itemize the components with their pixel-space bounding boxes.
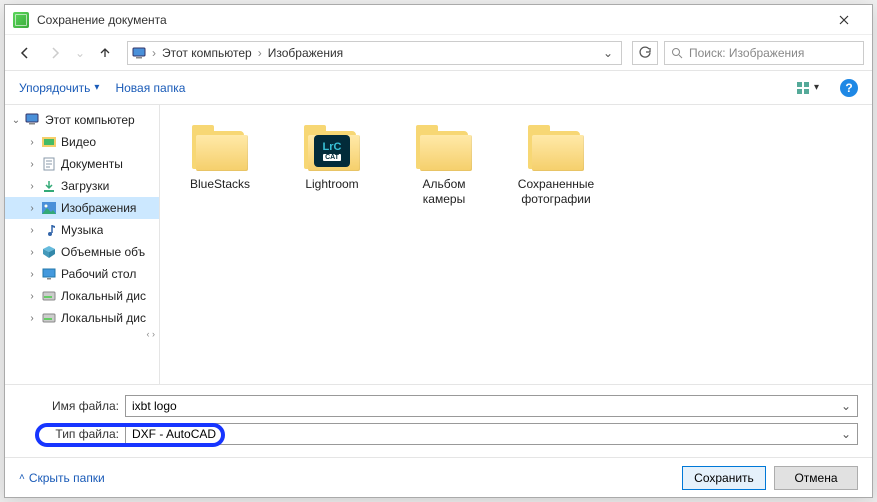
expand-icon[interactable]: › xyxy=(27,159,37,170)
pc-icon xyxy=(25,112,41,128)
save-dialog: Сохранение документа ⌄ › Этот компьютер … xyxy=(4,4,873,498)
pc-icon xyxy=(132,47,148,59)
expand-icon[interactable]: › xyxy=(27,137,37,148)
arrow-left-icon xyxy=(18,46,32,60)
documents-icon xyxy=(41,156,57,172)
new-folder-button[interactable]: Новая папка xyxy=(115,81,185,95)
search-placeholder: Поиск: Изображения xyxy=(689,46,804,60)
sidebar-item-desktop[interactable]: › Рабочий стол xyxy=(5,263,159,285)
expand-icon[interactable]: › xyxy=(27,203,37,214)
video-icon xyxy=(41,134,57,150)
app-icon xyxy=(13,12,29,28)
dialog-footer: ˄ Скрыть папки Сохранить Отмена xyxy=(5,457,872,497)
toolbar: Упорядочить ▾ Новая папка ▾ ? xyxy=(5,71,872,105)
organize-menu[interactable]: Упорядочить ▾ xyxy=(19,81,99,95)
expand-icon[interactable]: › xyxy=(27,247,37,258)
cancel-button[interactable]: Отмена xyxy=(774,466,858,490)
help-button[interactable]: ? xyxy=(840,79,858,97)
expand-icon[interactable]: › xyxy=(27,291,37,302)
folder-lightroom[interactable]: LrCCAT Lightroom xyxy=(290,117,374,192)
filename-row: Имя файла: ixbt logo xyxy=(19,395,858,417)
search-icon xyxy=(671,47,683,59)
close-icon xyxy=(839,15,849,25)
dialog-body: ⌄ Этот компьютер › Видео › Документы › З… xyxy=(5,105,872,384)
sidebar-item-local-disk[interactable]: › Локальный дис xyxy=(5,285,159,307)
hide-folders-toggle[interactable]: ˄ Скрыть папки xyxy=(19,471,105,485)
forward-button[interactable] xyxy=(43,41,67,65)
navbar: ⌄ › Этот компьютер › Изображения ⌄ Поиск… xyxy=(5,35,872,71)
lightroom-badge-icon: LrCCAT xyxy=(314,135,350,167)
folder-bluestacks[interactable]: BlueStacks xyxy=(178,117,262,192)
expand-icon[interactable]: › xyxy=(27,313,37,324)
refresh-icon xyxy=(638,46,652,60)
close-button[interactable] xyxy=(824,6,864,34)
collapse-icon[interactable]: ⌄ xyxy=(11,115,21,126)
chevron-down-icon: ▾ xyxy=(94,82,99,93)
cube-icon xyxy=(41,244,57,260)
search-input[interactable]: Поиск: Изображения xyxy=(664,41,864,65)
sidebar-item-local-disk[interactable]: › Локальный дис xyxy=(5,307,159,329)
folder-icon xyxy=(188,117,252,173)
chevron-right-icon: › xyxy=(258,46,262,60)
file-fields: Имя файла: ixbt logo Тип файла: DXF - Au… xyxy=(5,384,872,457)
view-icon xyxy=(796,81,812,95)
filename-input[interactable]: ixbt logo xyxy=(125,395,858,417)
breadcrumb-item[interactable]: Изображения xyxy=(266,46,345,60)
chevron-down-icon: ▾ xyxy=(814,82,819,93)
sidebar-item-downloads[interactable]: › Загрузки xyxy=(5,175,159,197)
breadcrumb-item[interactable]: Этот компьютер xyxy=(160,46,254,60)
chevron-right-icon: › xyxy=(152,46,156,60)
breadcrumb[interactable]: › Этот компьютер › Изображения ⌄ xyxy=(127,41,622,65)
filetype-select[interactable]: DXF - AutoCAD xyxy=(125,423,858,445)
view-mode-button[interactable]: ▾ xyxy=(791,78,824,98)
sidebar-item-videos[interactable]: › Видео xyxy=(5,131,159,153)
folder-camera-roll[interactable]: Альбом камеры xyxy=(402,117,486,207)
disk-icon xyxy=(41,310,57,326)
pictures-icon xyxy=(41,200,57,216)
expand-icon[interactable]: › xyxy=(27,269,37,280)
filetype-label: Тип файла: xyxy=(19,427,119,441)
back-button[interactable] xyxy=(13,41,37,65)
up-button[interactable] xyxy=(93,41,117,65)
sidebar-item-documents[interactable]: › Документы xyxy=(5,153,159,175)
arrow-right-icon xyxy=(48,46,62,60)
folder-view[interactable]: BlueStacks LrCCAT Lightroom Альбом камер… xyxy=(160,105,872,384)
breadcrumb-dropdown[interactable]: ⌄ xyxy=(599,46,617,60)
sidebar-item-music[interactable]: › Музыка xyxy=(5,219,159,241)
recent-dropdown[interactable]: ⌄ xyxy=(73,41,87,65)
filetype-row: Тип файла: DXF - AutoCAD xyxy=(19,423,858,445)
titlebar: Сохранение документа xyxy=(5,5,872,35)
sidebar-item-3d-objects[interactable]: › Объемные объ xyxy=(5,241,159,263)
music-icon xyxy=(41,222,57,238)
filename-label: Имя файла: xyxy=(19,399,119,413)
refresh-button[interactable] xyxy=(632,41,658,65)
folder-icon xyxy=(412,117,476,173)
desktop-icon xyxy=(41,266,57,282)
save-button[interactable]: Сохранить xyxy=(682,466,766,490)
scroll-indicator: ‹ › xyxy=(5,329,159,339)
sidebar-root-this-pc[interactable]: ⌄ Этот компьютер xyxy=(5,109,159,131)
folder-saved-pictures[interactable]: Сохраненные фотографии xyxy=(514,117,598,207)
expand-icon[interactable]: › xyxy=(27,181,37,192)
expand-icon[interactable]: › xyxy=(27,225,37,236)
sidebar-item-pictures[interactable]: › Изображения xyxy=(5,197,159,219)
folder-icon xyxy=(524,117,588,173)
window-title: Сохранение документа xyxy=(37,13,824,27)
folder-icon: LrCCAT xyxy=(300,117,364,173)
arrow-up-icon xyxy=(98,46,112,60)
sidebar[interactable]: ⌄ Этот компьютер › Видео › Документы › З… xyxy=(5,105,160,384)
disk-icon xyxy=(41,288,57,304)
chevron-up-icon: ˄ xyxy=(19,472,25,483)
downloads-icon xyxy=(41,178,57,194)
